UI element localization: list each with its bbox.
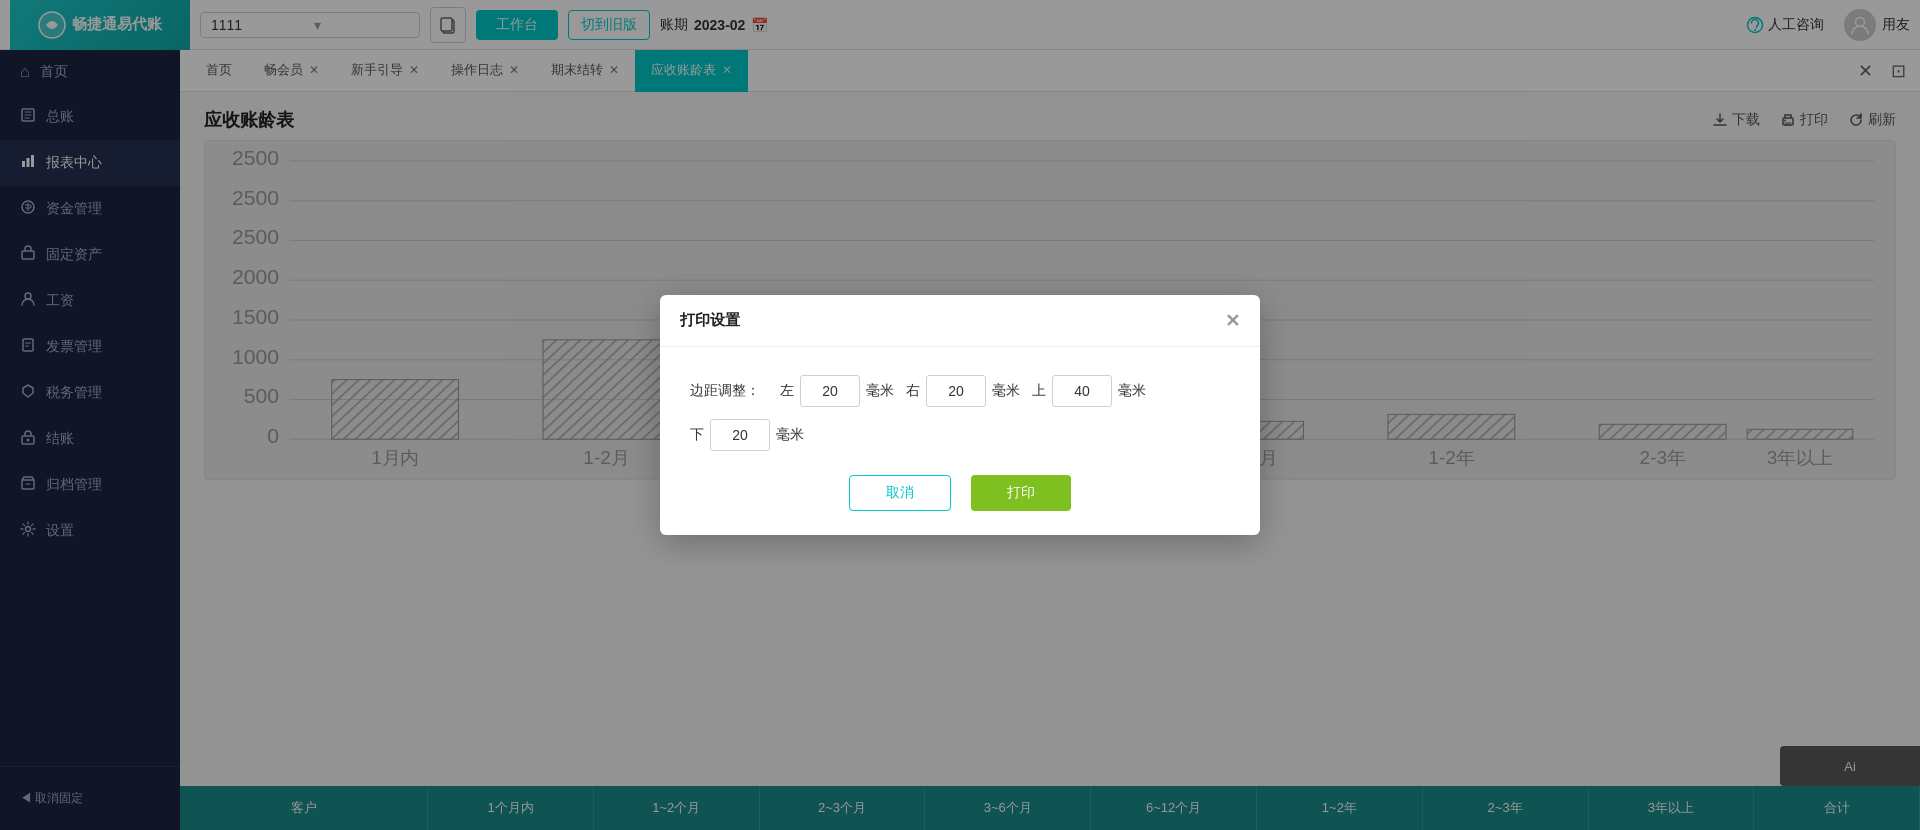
left-label: 左 [780,382,794,400]
right-margin-input[interactable] [926,375,986,407]
modal-body: 边距调整： 左 毫米 右 毫米 上 毫米 下 [660,347,1260,475]
bottom-unit: 毫米 [776,426,804,444]
right-unit: 毫米 [992,382,1020,400]
margin-row: 边距调整： 左 毫米 右 毫米 上 毫米 下 [690,375,1230,451]
print-confirm-button[interactable]: 打印 [971,475,1071,511]
margin-left-group: 左 毫米 [780,375,894,407]
left-margin-input[interactable] [800,375,860,407]
modal-header: 打印设置 ✕ [660,295,1260,347]
margin-bottom-group: 下 毫米 [690,419,804,451]
modal-overlay: 打印设置 ✕ 边距调整： 左 毫米 右 毫米 上 毫米 [0,0,1920,830]
margin-top-group: 上 毫米 [1032,375,1146,407]
right-label: 右 [906,382,920,400]
modal-close-button[interactable]: ✕ [1225,312,1240,330]
bottom-label: 下 [690,426,704,444]
modal-title: 打印设置 [680,311,740,330]
top-unit: 毫米 [1118,382,1146,400]
print-settings-modal: 打印设置 ✕ 边距调整： 左 毫米 右 毫米 上 毫米 [660,295,1260,535]
top-label: 上 [1032,382,1046,400]
margin-label: 边距调整： [690,382,760,400]
top-margin-input[interactable] [1052,375,1112,407]
margin-right-group: 右 毫米 [906,375,1020,407]
cancel-button[interactable]: 取消 [849,475,951,511]
modal-footer: 取消 打印 [660,475,1260,535]
left-unit: 毫米 [866,382,894,400]
bottom-margin-input[interactable] [710,419,770,451]
